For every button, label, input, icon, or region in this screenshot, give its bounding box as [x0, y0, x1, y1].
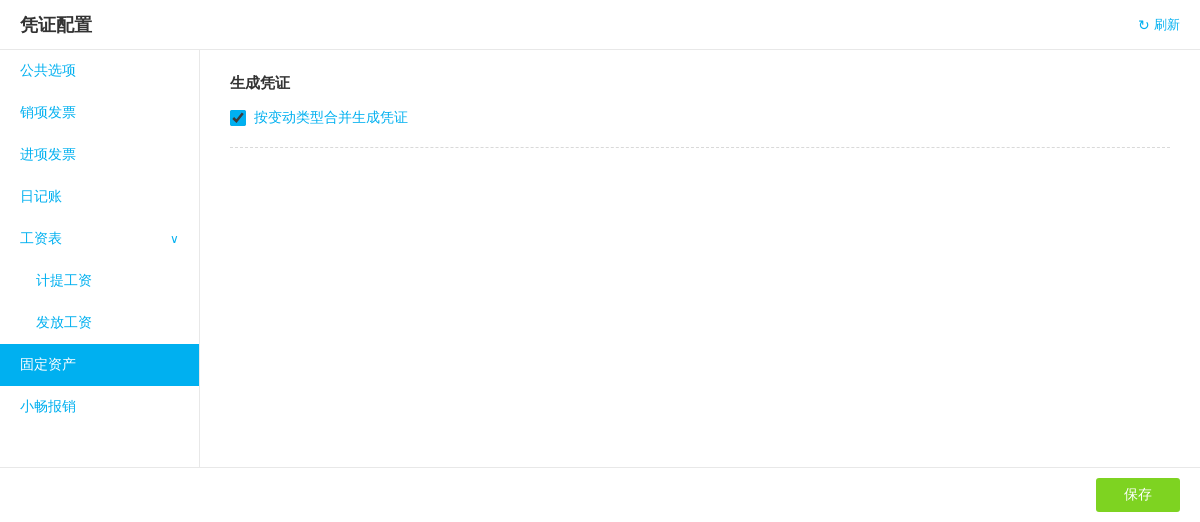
- sidebar-item-label: 小畅报销: [20, 398, 76, 416]
- refresh-label: 刷新: [1154, 16, 1180, 34]
- main-layout: 公共选项销项发票进项发票日记账工资表 ∨ 计提工资发放工资固定资产小畅报销 生成凭证…: [0, 50, 1200, 467]
- refresh-icon: ↻: [1138, 17, 1150, 33]
- sidebar-item-label: 计提工资: [36, 272, 92, 290]
- sidebar-item-label: 日记账: [20, 188, 62, 206]
- sidebar: 公共选项销项发票进项发票日记账工资表 ∨ 计提工资发放工资固定资产小畅报销: [0, 50, 200, 467]
- sidebar-item-journal[interactable]: 日记账: [0, 176, 199, 218]
- footer: 保存: [0, 467, 1200, 522]
- sidebar-item-purchase-invoice[interactable]: 进项发票: [0, 134, 199, 176]
- sidebar-item-payroll[interactable]: 工资表 ∨: [0, 218, 199, 260]
- section-title: 生成凭证: [230, 74, 1170, 93]
- merge-by-type-checkbox[interactable]: [230, 110, 246, 126]
- sidebar-item-label: 固定资产: [20, 356, 76, 374]
- sidebar-item-fixed-assets[interactable]: 固定资产: [0, 344, 199, 386]
- refresh-button[interactable]: ↻ 刷新: [1138, 16, 1180, 34]
- sidebar-item-sales-invoice[interactable]: 销项发票: [0, 92, 199, 134]
- sidebar-item-label: 发放工资: [36, 314, 92, 332]
- merge-by-type-label[interactable]: 按变动类型合并生成凭证: [254, 109, 408, 127]
- page-title: 凭证配置: [20, 13, 92, 37]
- divider: [230, 147, 1170, 148]
- sidebar-item-expense-report[interactable]: 小畅报销: [0, 386, 199, 428]
- sidebar-item-label: 进项发票: [20, 146, 76, 164]
- checkbox-row: 按变动类型合并生成凭证: [230, 109, 1170, 127]
- header: 凭证配置 ↻ 刷新: [0, 0, 1200, 50]
- sidebar-item-pay-salary[interactable]: 发放工资: [0, 302, 199, 344]
- chevron-down-icon: ∨: [170, 232, 179, 246]
- sidebar-item-label: 工资表: [20, 230, 62, 248]
- content-area: 生成凭证 按变动类型合并生成凭证: [200, 50, 1200, 467]
- sidebar-item-label: 销项发票: [20, 104, 76, 122]
- sidebar-item-accrual-salary[interactable]: 计提工资: [0, 260, 199, 302]
- sidebar-item-public-options[interactable]: 公共选项: [0, 50, 199, 92]
- sidebar-item-label: 公共选项: [20, 62, 76, 80]
- save-button[interactable]: 保存: [1096, 478, 1180, 512]
